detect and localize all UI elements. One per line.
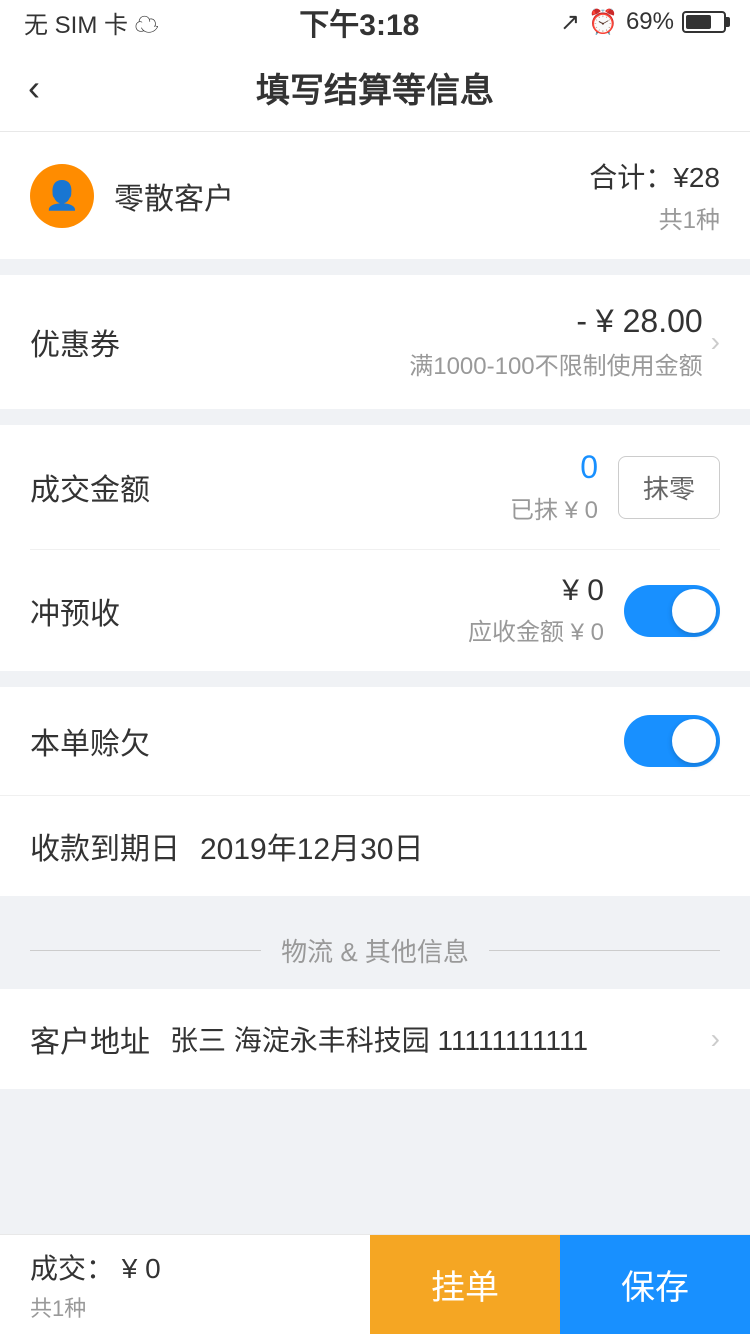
coupon-desc: 满1000-100不限制使用金额 bbox=[409, 346, 702, 381]
content: 👤 零散客户 合计：¥28 共1种 优惠券 - ¥ 28.00 满1000-10… bbox=[0, 132, 750, 1205]
logistics-header: 物流 & 其他信息 bbox=[0, 912, 750, 989]
address-value: 张三 海淀永丰科技园 11111111111 bbox=[170, 1019, 691, 1059]
coupon-right: - ¥ 28.00 满1000-100不限制使用金额 bbox=[409, 303, 702, 381]
debt-toggle[interactable] bbox=[624, 715, 720, 767]
hold-button[interactable]: 挂单 bbox=[370, 1235, 560, 1334]
address-arrow-icon: › bbox=[711, 1023, 720, 1055]
bottom-deal-amount: 成交： ¥ 0 bbox=[30, 1247, 340, 1287]
customer-row: 👤 零散客户 合计：¥28 共1种 bbox=[0, 132, 750, 259]
customer-left: 👤 零散客户 bbox=[30, 164, 234, 228]
pre-amounts: ¥ 0 应收金额 ¥ 0 bbox=[468, 574, 604, 647]
pre-receive-toggle[interactable] bbox=[624, 585, 720, 637]
deal-right: 0 已抹 ¥ 0 抹零 bbox=[510, 449, 720, 525]
location-icon: ↗ bbox=[560, 8, 580, 37]
status-bar: 无 SIM 卡 ☁ 下午3:18 ↗ ⏰ 69% bbox=[0, 0, 750, 44]
page-title: 填写结算等信息 bbox=[256, 63, 494, 112]
coupon-arrow-icon: › bbox=[711, 326, 720, 358]
logistics-label: 物流 & 其他信息 bbox=[261, 932, 489, 969]
deal-amount-value: 0 bbox=[580, 449, 598, 486]
bottom-count: 共1种 bbox=[30, 1291, 340, 1323]
nav-bar: ‹ 填写结算等信息 bbox=[0, 44, 750, 132]
status-time: 下午3:18 bbox=[299, 0, 419, 44]
pre-receive-label: 冲预收 bbox=[30, 589, 120, 633]
debt-toggle-thumb bbox=[672, 719, 716, 763]
back-button[interactable]: ‹ bbox=[28, 67, 40, 109]
battery-icon bbox=[682, 11, 726, 33]
pre-right: ¥ 0 应收金额 ¥ 0 bbox=[468, 574, 720, 647]
address-row[interactable]: 客户地址 张三 海淀永丰科技园 11111111111 › bbox=[0, 989, 750, 1089]
pre-amount-value: ¥ 0 bbox=[562, 574, 604, 608]
due-date-label: 收款到期日 bbox=[30, 824, 180, 868]
signal-text: 无 SIM 卡 ☁ bbox=[24, 5, 159, 40]
round-off-button[interactable]: 抹零 bbox=[618, 456, 720, 519]
due-date-row: 收款到期日 2019年12月30日 bbox=[0, 795, 750, 896]
address-label: 客户地址 bbox=[30, 1017, 150, 1061]
customer-right: 合计：¥28 共1种 bbox=[589, 156, 720, 235]
deal-deducted: 已抹 ¥ 0 bbox=[510, 490, 598, 525]
battery-text: 69% bbox=[626, 8, 674, 36]
status-right: ↗ ⏰ 69% bbox=[560, 8, 726, 37]
deal-section: 成交金额 0 已抹 ¥ 0 抹零 冲预收 ¥ 0 应收金额 ¥ 0 bbox=[0, 425, 750, 671]
pre-receive-row: 冲预收 ¥ 0 应收金额 ¥ 0 bbox=[0, 550, 750, 671]
deal-amount-label: 成交金额 bbox=[30, 465, 150, 509]
address-section: 客户地址 张三 海淀永丰科技园 11111111111 › bbox=[0, 989, 750, 1089]
debt-row: 本单赊欠 bbox=[0, 687, 750, 795]
deal-amount-wrapper: 0 已抹 ¥ 0 bbox=[510, 449, 598, 525]
coupon-section: 优惠券 - ¥ 28.00 满1000-100不限制使用金额 › bbox=[0, 275, 750, 409]
debt-section: 本单赊欠 收款到期日 2019年12月30日 bbox=[0, 687, 750, 896]
coupon-row[interactable]: 优惠券 - ¥ 28.00 满1000-100不限制使用金额 › bbox=[0, 275, 750, 409]
total-count: 共1种 bbox=[589, 200, 720, 235]
bottom-bar: 成交： ¥ 0 共1种 挂单 保存 bbox=[0, 1234, 750, 1334]
coupon-label: 优惠券 bbox=[30, 320, 120, 364]
alarm-icon: ⏰ bbox=[588, 8, 618, 37]
status-left: 无 SIM 卡 ☁ bbox=[24, 5, 159, 40]
deal-amount-row: 成交金额 0 已抹 ¥ 0 抹零 bbox=[0, 425, 750, 549]
coupon-amount: - ¥ 28.00 bbox=[576, 303, 702, 340]
debt-label: 本单赊欠 bbox=[30, 719, 150, 763]
due-date-value: 2019年12月30日 bbox=[200, 824, 423, 868]
save-button[interactable]: 保存 bbox=[560, 1235, 750, 1334]
bottom-left: 成交： ¥ 0 共1种 bbox=[0, 1247, 370, 1323]
avatar-icon: 👤 bbox=[45, 179, 80, 212]
customer-name: 零散客户 bbox=[114, 174, 234, 218]
battery-fill bbox=[686, 15, 711, 29]
toggle-thumb bbox=[672, 589, 716, 633]
pre-receivable: 应收金额 ¥ 0 bbox=[468, 612, 604, 647]
avatar: 👤 bbox=[30, 164, 94, 228]
total-amount: 合计：¥28 bbox=[589, 156, 720, 196]
